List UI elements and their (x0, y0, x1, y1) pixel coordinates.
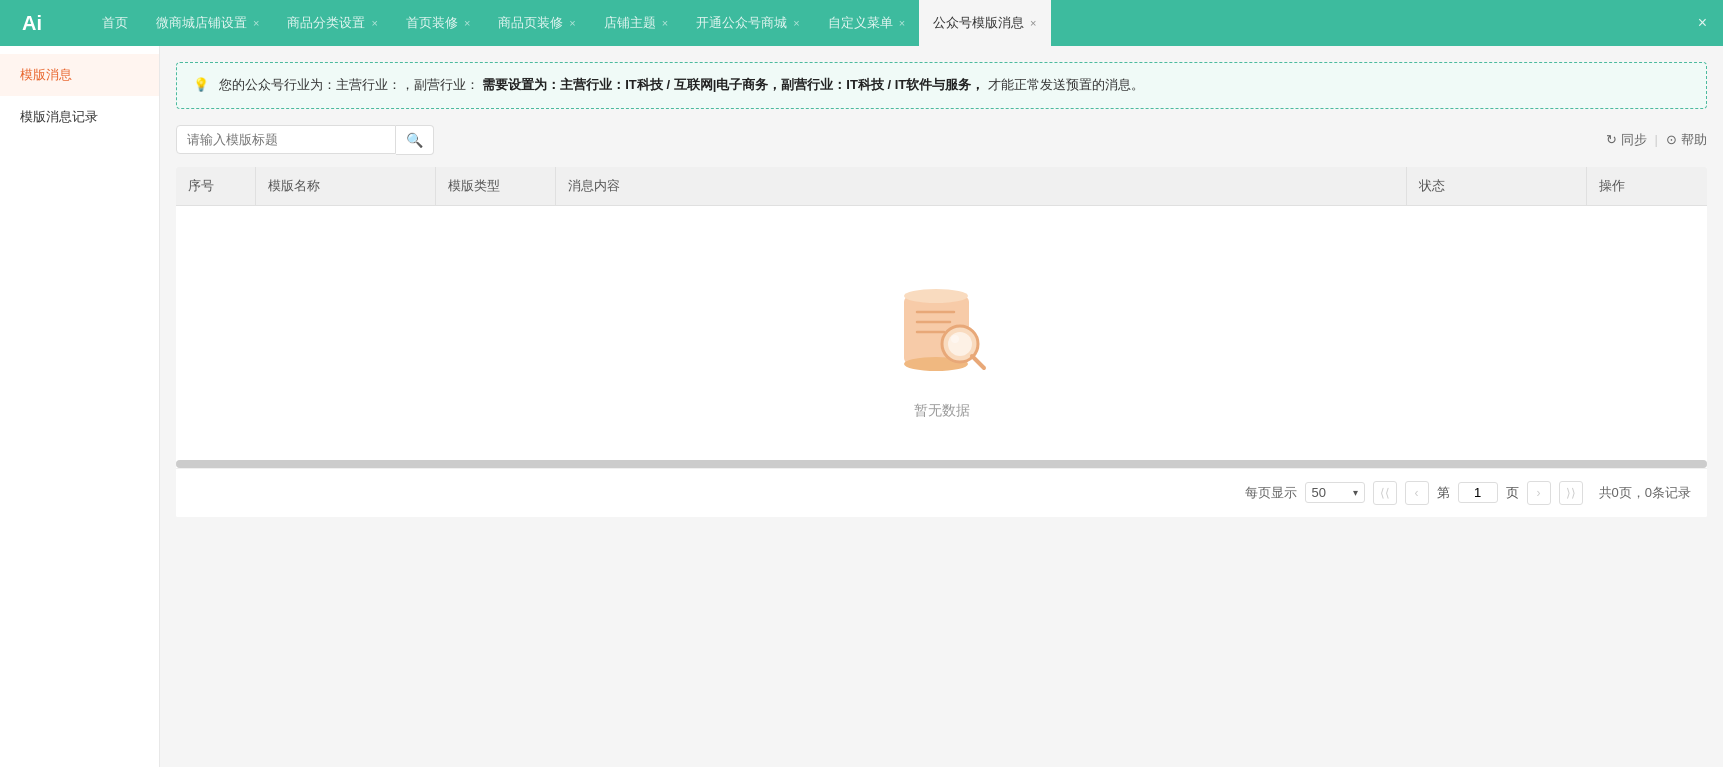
page-label-prefix: 第 (1437, 484, 1450, 502)
empty-state: 暂无数据 (176, 206, 1707, 460)
search-bar: 🔍 ↻ 同步 | ⊙ 帮助 (176, 125, 1707, 155)
scrollbar-thumb[interactable] (176, 460, 1707, 468)
svg-point-10 (951, 335, 959, 343)
tab-product-decor-label: 商品页装修 (498, 14, 563, 32)
last-page-button[interactable]: ⟩⟩ (1559, 481, 1583, 505)
sync-icon: ↻ (1606, 132, 1617, 147)
tab-product-decor-close[interactable]: × (569, 17, 575, 29)
action-divider: | (1655, 132, 1658, 147)
logo: Ai (8, 0, 88, 46)
tab-custom-menu-close[interactable]: × (899, 17, 905, 29)
search-icon: 🔍 (406, 132, 423, 148)
notice-highlight: 需要设置为：主营行业：IT科技 / 互联网|电子商务，副营行业：IT科技 / I… (482, 77, 984, 92)
logo-text: Ai (22, 12, 42, 35)
tab-shop-theme[interactable]: 店铺主题 × (590, 0, 682, 46)
tab-home-decor[interactable]: 首页装修 × (392, 0, 484, 46)
table-header: 序号 模版名称 模版类型 消息内容 状态 操作 (176, 167, 1707, 206)
tab-open-mall[interactable]: 开通公众号商城 × (682, 0, 813, 46)
help-button[interactable]: ⊙ 帮助 (1666, 131, 1707, 149)
page-number-input[interactable] (1458, 482, 1498, 503)
tab-product-decor[interactable]: 商品页装修 × (484, 0, 589, 46)
data-table: 序号 模版名称 模版类型 消息内容 状态 操作 (176, 167, 1707, 517)
col-content: 消息内容 (556, 167, 1407, 205)
prev-page-button[interactable]: ‹ (1405, 481, 1429, 505)
top-navbar: Ai 首页 微商城店铺设置 × 商品分类设置 × 首页装修 × 商品页装修 × … (0, 0, 1723, 46)
notice-box: 💡 您的公众号行业为：主营行业：，副营行业： 需要设置为：主营行业：IT科技 /… (176, 62, 1707, 109)
tab-product-category[interactable]: 商品分类设置 × (273, 0, 391, 46)
main-layout: 模版消息 模版消息记录 💡 您的公众号行业为：主营行业：，副营行业： 需要设置为… (0, 46, 1723, 767)
tab-wechat-shop-close[interactable]: × (253, 17, 259, 29)
col-name: 模版名称 (256, 167, 436, 205)
search-actions: ↻ 同步 | ⊙ 帮助 (1606, 131, 1707, 149)
page-size-select[interactable]: 50 ▾ (1305, 482, 1365, 503)
notice-icon: 💡 (193, 75, 209, 96)
col-action: 操作 (1587, 167, 1707, 205)
search-button[interactable]: 🔍 (396, 125, 434, 155)
empty-text: 暂无数据 (914, 402, 970, 420)
empty-illustration (882, 266, 1002, 386)
first-page-button[interactable]: ⟨⟨ (1373, 481, 1397, 505)
sync-button[interactable]: ↻ 同步 (1606, 131, 1647, 149)
notice-prefix: 您的公众号行业为：主营行业：，副营行业： (219, 77, 479, 92)
col-type: 模版类型 (436, 167, 556, 205)
tab-product-category-close[interactable]: × (371, 17, 377, 29)
tab-custom-menu-label: 自定义菜单 (828, 14, 893, 32)
tab-home-decor-label: 首页装修 (406, 14, 458, 32)
col-index: 序号 (176, 167, 256, 205)
tab-product-category-label: 商品分类设置 (287, 14, 365, 32)
tab-home-label: 首页 (102, 14, 128, 32)
tab-template-msg-label: 公众号模版消息 (933, 14, 1024, 32)
tab-home[interactable]: 首页 (88, 0, 142, 46)
notice-suffix: 才能正常发送预置的消息。 (988, 77, 1144, 92)
horizontal-scrollbar[interactable] (176, 460, 1707, 468)
sidebar-item-template-message-log[interactable]: 模版消息记录 (0, 96, 159, 138)
sidebar: 模版消息 模版消息记录 (0, 46, 160, 767)
col-status: 状态 (1407, 167, 1587, 205)
tab-template-msg-close[interactable]: × (1030, 17, 1036, 29)
sidebar-item-template-message-log-label: 模版消息记录 (20, 109, 98, 124)
tab-custom-menu[interactable]: 自定义菜单 × (814, 0, 919, 46)
search-input[interactable] (176, 125, 396, 154)
page-size-value: 50 (1312, 485, 1326, 500)
tab-open-mall-label: 开通公众号商城 (696, 14, 787, 32)
tab-home-decor-close[interactable]: × (464, 17, 470, 29)
content-area: 💡 您的公众号行业为：主营行业：，副营行业： 需要设置为：主营行业：IT科技 /… (160, 46, 1723, 767)
total-info: 共0页，0条记录 (1599, 484, 1691, 502)
tab-template-msg[interactable]: 公众号模版消息 × (919, 0, 1050, 46)
sidebar-item-template-message-label: 模版消息 (20, 67, 72, 82)
tab-wechat-shop-label: 微商城店铺设置 (156, 14, 247, 32)
svg-point-8 (948, 332, 972, 356)
global-close-button[interactable]: × (1690, 14, 1715, 32)
pagination: 每页显示 50 ▾ ⟨⟨ ‹ 第 页 › ⟩⟩ 共0页，0条记录 (176, 468, 1707, 517)
svg-point-2 (904, 289, 968, 303)
tab-shop-theme-close[interactable]: × (662, 17, 668, 29)
page-label-suffix: 页 (1506, 484, 1519, 502)
help-icon: ⊙ (1666, 132, 1677, 147)
sidebar-item-template-message[interactable]: 模版消息 (0, 54, 159, 96)
tab-wechat-shop[interactable]: 微商城店铺设置 × (142, 0, 273, 46)
next-page-button[interactable]: › (1527, 481, 1551, 505)
tab-shop-theme-label: 店铺主题 (604, 14, 656, 32)
help-label: 帮助 (1681, 131, 1707, 149)
chevron-down-icon: ▾ (1353, 487, 1358, 498)
tab-open-mall-close[interactable]: × (793, 17, 799, 29)
svg-line-9 (972, 356, 984, 368)
page-size-label: 每页显示 (1245, 484, 1297, 502)
sync-label: 同步 (1621, 131, 1647, 149)
